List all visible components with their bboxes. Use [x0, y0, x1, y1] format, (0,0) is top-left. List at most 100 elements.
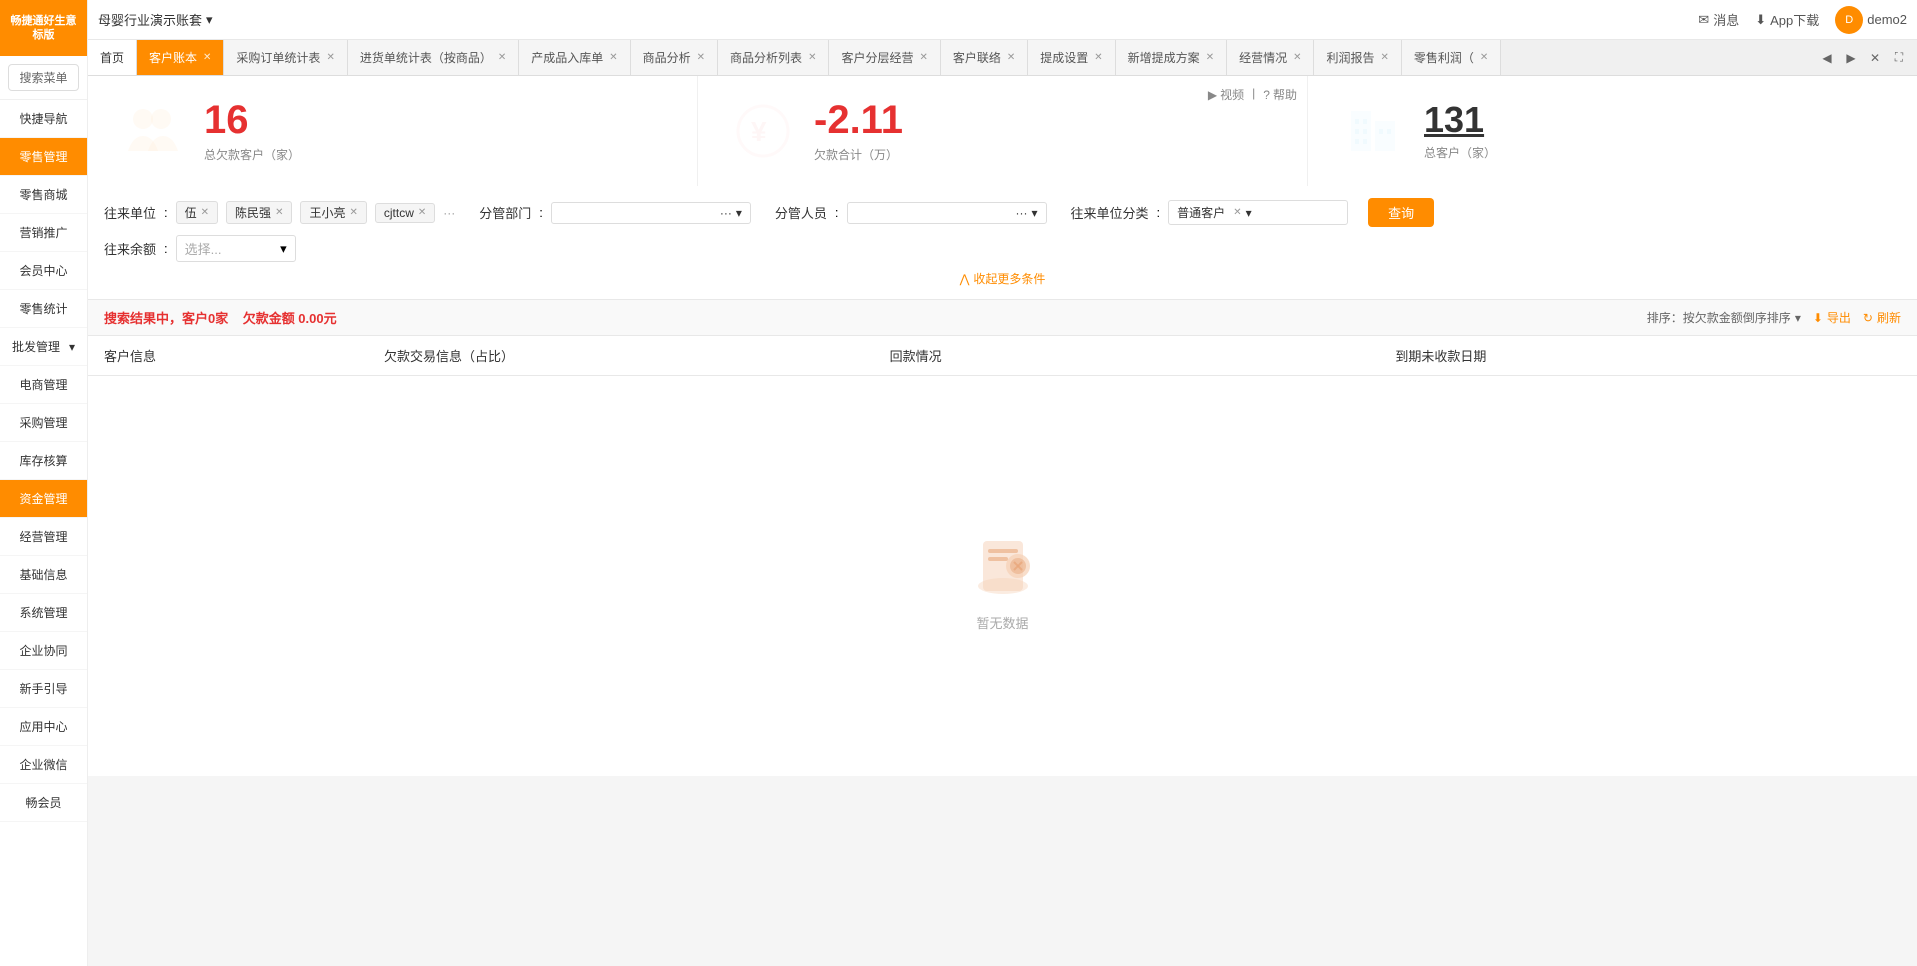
unit-class-colon: : — [1157, 205, 1161, 220]
sidebar-item-retail[interactable]: 零售管理 — [0, 138, 87, 176]
export-button[interactable]: ⬇ 导出 — [1813, 309, 1851, 326]
tab-close-all[interactable]: ✕ — [1865, 48, 1885, 68]
tab-product-analysis-list[interactable]: 商品分析列表 ✕ — [718, 40, 829, 75]
tab-maximize[interactable]: ⛶ — [1889, 48, 1909, 68]
filter-tag-wang-close[interactable]: ✕ — [349, 207, 357, 218]
tab-product-analysis-list-label: 商品分析列表 — [730, 49, 802, 66]
help-button[interactable]: ? 帮助 — [1263, 86, 1297, 103]
sidebar-item-wholesale[interactable]: 批发管理 ▾ — [0, 328, 87, 366]
filter-tag-wu: 伍 ✕ — [176, 201, 218, 224]
sidebar-item-member[interactable]: 会员中心 — [0, 252, 87, 290]
filter-tag-cjttcw: cjttcw ✕ — [375, 203, 435, 223]
sidebar-item-system[interactable]: 系统管理 — [0, 594, 87, 632]
more-tags-button[interactable]: ··· — [443, 206, 455, 220]
refresh-icon: ↻ — [1863, 311, 1873, 325]
tab-profit-report[interactable]: 利润报告 ✕ — [1314, 40, 1401, 75]
export-icon: ⬇ — [1813, 311, 1823, 325]
stat-card-customers: 16 总欠款客户（家） — [88, 76, 698, 186]
tab-close-profit-report[interactable]: ✕ — [1381, 52, 1389, 63]
message-button[interactable]: ✉ 消息 — [1698, 10, 1739, 29]
search-menu-button[interactable]: 搜索菜单 — [8, 64, 79, 91]
empty-text: 暂无数据 — [976, 613, 1028, 632]
chevron-right-icon: ▾ — [69, 340, 75, 354]
tab-reminder-settings[interactable]: 提成设置 ✕ — [1028, 40, 1115, 75]
filter-tag-cjttcw-close[interactable]: ✕ — [418, 207, 426, 218]
filter-tag-chen-close[interactable]: ✕ — [275, 207, 283, 218]
tab-close-operations[interactable]: ✕ — [1293, 52, 1301, 63]
sidebar-item-vip-member[interactable]: 畅会员 — [0, 784, 87, 822]
tab-close-retail-profit[interactable]: ✕ — [1480, 52, 1488, 63]
balance-label: 往来余额 — [104, 239, 156, 258]
company-name: 母婴行业演示账套 — [98, 10, 202, 29]
result-info: 搜索结果中，客户0家 欠款金额 0.00元 — [104, 308, 337, 327]
sidebar-item-operations-mgmt[interactable]: 经营管理 — [0, 518, 87, 556]
sidebar-item-quick-nav[interactable]: 快捷导航 — [0, 100, 87, 138]
video-help-button[interactable]: ▶ 视频 — [1208, 86, 1244, 103]
sidebar-item-new-guide[interactable]: 新手引导 — [0, 670, 87, 708]
tab-scroll-left[interactable]: ◀ — [1817, 48, 1837, 68]
tab-retail-profit-label: 零售利润（ — [1414, 49, 1474, 66]
sidebar-item-marketing[interactable]: 营销推广 — [0, 214, 87, 252]
result-text: 搜索结果中，客户0家 — [104, 311, 228, 326]
tab-scroll-right[interactable]: ▶ — [1841, 48, 1861, 68]
tab-customer-book[interactable]: 客户账本 ✕ — [137, 40, 224, 75]
tab-inventory-stats[interactable]: 进货单统计表（按商品） ✕ — [348, 40, 519, 75]
sidebar: 畅捷通好生意 标版 搜索菜单 快捷导航 零售管理 零售商城 营销推广 会员中心 … — [0, 0, 88, 966]
stat-label-total: 总客户（家） — [1424, 144, 1496, 161]
app-download-button[interactable]: ⬇ App下载 — [1755, 10, 1819, 29]
tab-close-reminder-settings[interactable]: ✕ — [1094, 52, 1102, 63]
query-button[interactable]: 查询 — [1368, 198, 1434, 227]
stat-info-total: 131 总客户（家） — [1424, 102, 1496, 161]
tab-home[interactable]: 首页 — [88, 40, 137, 75]
tab-inventory-stats-label: 进货单统计表（按商品） — [360, 49, 492, 66]
dept-colon: : — [539, 205, 543, 220]
tab-close-new-achievement[interactable]: ✕ — [1206, 52, 1214, 63]
tab-customer-contact[interactable]: 客户联络 ✕ — [941, 40, 1028, 75]
person-colon: : — [835, 205, 839, 220]
tab-purchase-order[interactable]: 采购订单统计表 ✕ — [224, 40, 347, 75]
unit-class-tag-close[interactable]: ✕ — [1233, 207, 1241, 218]
tab-operations[interactable]: 经营情况 ✕ — [1227, 40, 1314, 75]
collapse-button[interactable]: ⋀ 收起更多条件 — [104, 270, 1901, 287]
balance-select[interactable]: 选择... ▾ — [176, 235, 296, 262]
filter-tag-wu-close[interactable]: ✕ — [201, 207, 209, 218]
tab-operations-label: 经营情况 — [1239, 49, 1287, 66]
person-label: 分管人员 — [775, 203, 827, 222]
balance-chevron-down: ▾ — [280, 241, 287, 257]
sidebar-item-retail-mall[interactable]: 零售商城 — [0, 176, 87, 214]
company-selector[interactable]: 母婴行业演示账套 ▾ — [98, 10, 213, 29]
sidebar-item-purchase[interactable]: 采购管理 — [0, 404, 87, 442]
tab-customer-tier[interactable]: 客户分层经营 ✕ — [829, 40, 940, 75]
filter-row-2: 往来余额 : 选择... ▾ — [104, 235, 1901, 262]
tab-new-achievement[interactable]: 新增提成方案 ✕ — [1116, 40, 1227, 75]
tab-close-product-in[interactable]: ✕ — [609, 52, 617, 63]
sidebar-item-finance[interactable]: 资金管理 — [0, 480, 87, 518]
sort-selector[interactable]: 排序：按欠款金额倒序排序 ▾ — [1647, 309, 1801, 326]
sidebar-item-retail-stats[interactable]: 零售统计 — [0, 290, 87, 328]
tab-retail-profit[interactable]: 零售利润（ ✕ — [1402, 40, 1501, 75]
tab-close-purchase-order[interactable]: ✕ — [326, 52, 334, 63]
tab-close-inventory-stats[interactable]: ✕ — [498, 52, 506, 63]
tab-product-analysis[interactable]: 商品分析 ✕ — [631, 40, 718, 75]
user-profile[interactable]: D demo2 — [1835, 6, 1907, 34]
tab-close-customer-contact[interactable]: ✕ — [1007, 52, 1015, 63]
tab-close-customer-book[interactable]: ✕ — [203, 52, 211, 63]
tab-product-in[interactable]: 产成品入库单 ✕ — [519, 40, 630, 75]
chevron-down-icon: ▾ — [206, 12, 213, 28]
person-select[interactable]: ··· ▾ — [847, 202, 1047, 224]
sidebar-item-ecommerce[interactable]: 电商管理 — [0, 366, 87, 404]
refresh-button[interactable]: ↻ 刷新 — [1863, 309, 1901, 326]
tab-close-customer-tier[interactable]: ✕ — [919, 52, 927, 63]
unit-class-select[interactable]: 普通客户 ✕ ▾ — [1168, 200, 1348, 225]
sidebar-item-enterprise-wechat[interactable]: 企业微信 — [0, 746, 87, 784]
sidebar-item-enterprise-collab[interactable]: 企业协同 — [0, 632, 87, 670]
sidebar-item-inventory[interactable]: 库存核算 — [0, 442, 87, 480]
sidebar-item-app-center[interactable]: 应用中心 — [0, 708, 87, 746]
sidebar-item-basic-info[interactable]: 基础信息 — [0, 556, 87, 594]
unit-label: 往来单位 — [104, 203, 156, 222]
dept-select[interactable]: ··· ▾ — [551, 202, 751, 224]
tab-close-product-analysis[interactable]: ✕ — [697, 52, 705, 63]
tab-close-product-analysis-list[interactable]: ✕ — [808, 52, 816, 63]
result-amount: 欠款金额 0.00元 — [243, 311, 337, 326]
tabbar-controls: ◀ ▶ ✕ ⛶ — [1809, 48, 1917, 68]
